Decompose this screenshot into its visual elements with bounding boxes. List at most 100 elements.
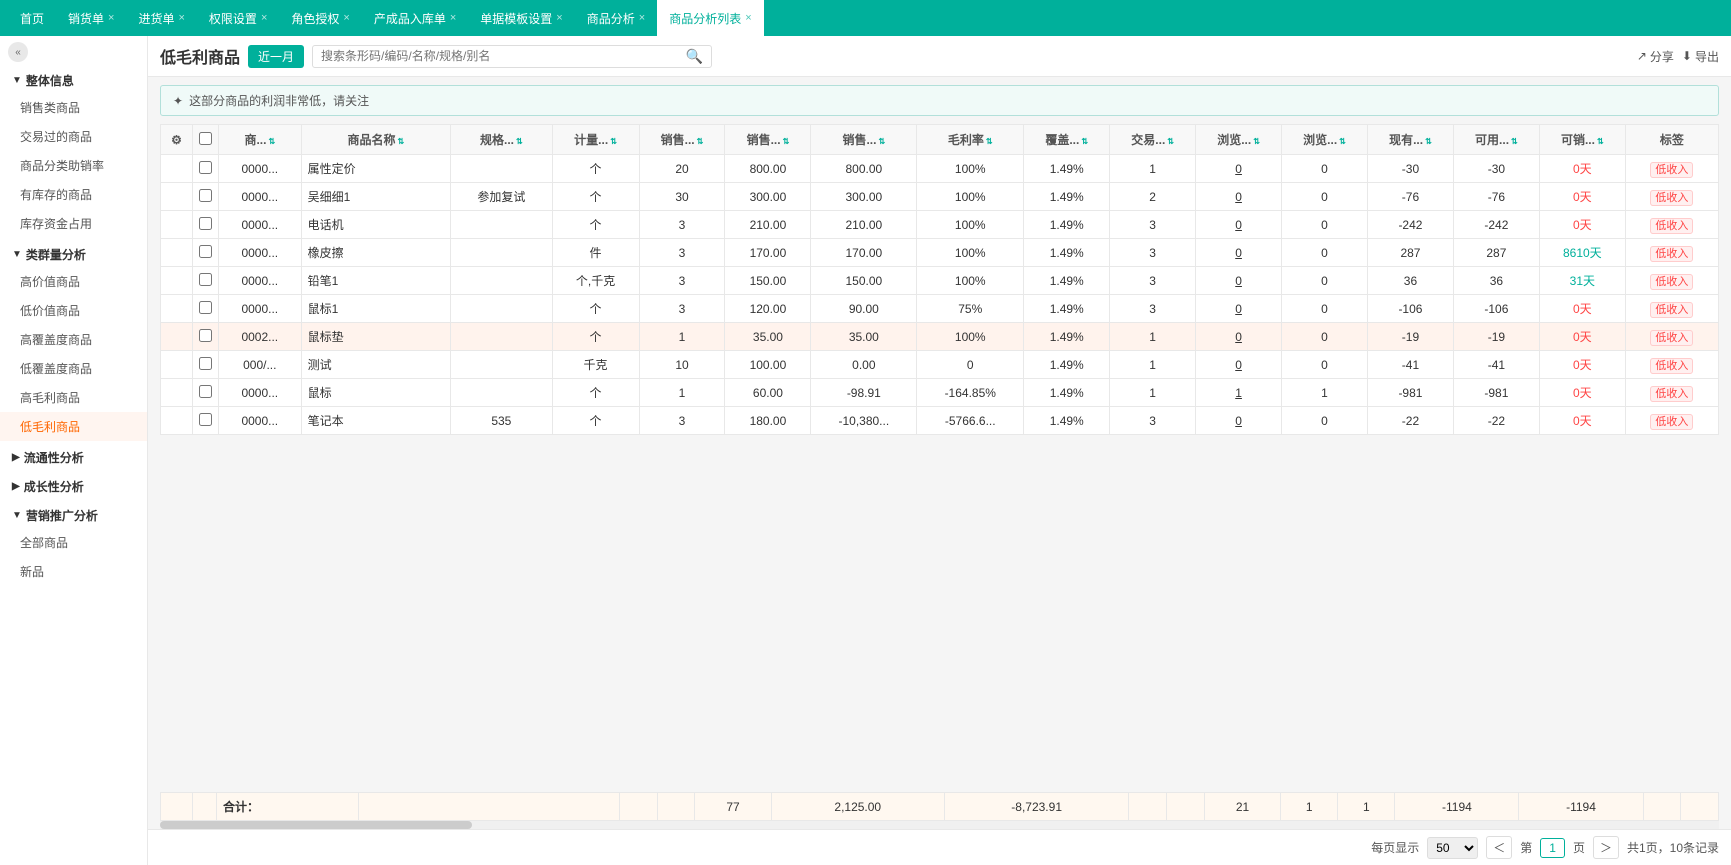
col-browse2[interactable]: 浏览...⇅ xyxy=(1282,125,1368,155)
export-button[interactable]: ⬇ 导出 xyxy=(1682,48,1719,65)
per-page-label: 每页显示 xyxy=(1371,839,1419,856)
sidebar-item-stocked-products[interactable]: 有库存的商品 xyxy=(0,180,147,209)
nav-purchase-close[interactable]: × xyxy=(178,12,184,24)
sidebar-collapse-btn[interactable]: « xyxy=(8,42,28,62)
row-check[interactable] xyxy=(199,357,212,370)
row-check[interactable] xyxy=(199,161,212,174)
row-checkbox[interactable] xyxy=(193,379,219,407)
sidebar-item-new-products[interactable]: 新品 xyxy=(0,557,147,586)
row-browse1[interactable]: 0 xyxy=(1196,183,1282,211)
row-browse1[interactable]: 1 xyxy=(1196,379,1282,407)
col-coverage[interactable]: 覆盖...⇅ xyxy=(1024,125,1110,155)
row-checkbox[interactable] xyxy=(193,407,219,435)
row-browse1[interactable]: 0 xyxy=(1196,295,1282,323)
col-name[interactable]: 商品名称⇅ xyxy=(301,125,451,155)
sidebar-item-all-products[interactable]: 全部商品 xyxy=(0,528,147,557)
search-icon[interactable]: 🔍 xyxy=(686,48,703,65)
sidebar-item-low-margin[interactable]: 低毛利商品 xyxy=(0,412,147,441)
nav-product-analysis[interactable]: 商品分析 × xyxy=(575,0,657,36)
nav-purchase[interactable]: 进货单 × xyxy=(126,0,196,36)
nav-template[interactable]: 单据模板设置 × xyxy=(468,0,574,36)
nav-product-entry-close[interactable]: × xyxy=(450,12,456,24)
sidebar-group-general[interactable]: ▼ 整体信息 xyxy=(0,64,147,93)
search-input[interactable] xyxy=(321,49,686,63)
row-check[interactable] xyxy=(199,189,212,202)
nav-permissions[interactable]: 权限设置 × xyxy=(197,0,279,36)
col-sale-price[interactable]: 销售...⇅ xyxy=(725,125,811,155)
prev-page-button[interactable]: ＜ xyxy=(1486,836,1512,859)
sidebar-item-sales-products[interactable]: 销售类商品 xyxy=(0,93,147,122)
sidebar-item-inventory-capital[interactable]: 库存资金占用 xyxy=(0,209,147,238)
select-all-checkbox[interactable] xyxy=(199,132,212,145)
nav-permissions-close[interactable]: × xyxy=(261,12,267,24)
row-check[interactable] xyxy=(199,329,212,342)
row-check[interactable] xyxy=(199,413,212,426)
share-button[interactable]: ↗ 分享 xyxy=(1637,48,1674,65)
nav-roles[interactable]: 角色授权 × xyxy=(279,0,361,36)
nav-roles-close[interactable]: × xyxy=(343,12,349,24)
col-gross-rate[interactable]: 毛利率⇅ xyxy=(917,125,1024,155)
sidebar-item-high-coverage[interactable]: 高覆盖度商品 xyxy=(0,325,147,354)
col-saleable[interactable]: 可销...⇅ xyxy=(1539,125,1625,155)
col-checkbox[interactable] xyxy=(193,125,219,155)
row-checkbox[interactable] xyxy=(193,239,219,267)
period-button[interactable]: 近一月 xyxy=(248,45,304,68)
row-browse1[interactable]: 0 xyxy=(1196,239,1282,267)
row-checkbox[interactable] xyxy=(193,323,219,351)
row-checkbox[interactable] xyxy=(193,155,219,183)
row-checkbox[interactable] xyxy=(193,351,219,379)
row-check[interactable] xyxy=(199,245,212,258)
row-browse1[interactable]: 0 xyxy=(1196,407,1282,435)
nav-home[interactable]: 首页 xyxy=(8,0,56,36)
col-code[interactable]: 商...⇅ xyxy=(219,125,302,155)
footer-sale-price: 2,125.00 xyxy=(771,793,944,821)
sidebar-group-growth[interactable]: ▶ 成长性分析 xyxy=(0,470,147,499)
col-spec[interactable]: 规格...⇅ xyxy=(451,125,552,155)
sidebar-group-flow[interactable]: ▶ 流通性分析 xyxy=(0,441,147,470)
nav-product-analysis-close[interactable]: × xyxy=(639,12,645,24)
row-check[interactable] xyxy=(199,301,212,314)
scroll-thumb[interactable] xyxy=(160,821,472,829)
sidebar-item-high-value[interactable]: 高价值商品 xyxy=(0,267,147,296)
row-check[interactable] xyxy=(199,217,212,230)
nav-sales-close[interactable]: × xyxy=(108,12,114,24)
sidebar-group-marketing[interactable]: ▼ 营销推广分析 xyxy=(0,499,147,528)
nav-product-entry[interactable]: 产成品入库单 × xyxy=(362,0,468,36)
row-browse1[interactable]: 0 xyxy=(1196,155,1282,183)
nav-sales[interactable]: 销货单 × xyxy=(56,0,126,36)
tag-badge: 低收入 xyxy=(1650,274,1693,290)
per-page-select[interactable]: 50 20 100 xyxy=(1427,837,1478,859)
col-unit[interactable]: 计量...⇅ xyxy=(552,125,639,155)
horizontal-scrollbar[interactable] xyxy=(160,821,1719,829)
row-check[interactable] xyxy=(199,273,212,286)
nav-product-analysis-list[interactable]: 商品分析列表 × xyxy=(657,0,763,36)
sidebar-item-high-margin[interactable]: 高毛利商品 xyxy=(0,383,147,412)
footer-sale-qty: 77 xyxy=(695,793,771,821)
row-checkbox[interactable] xyxy=(193,267,219,295)
col-sale-qty[interactable]: 销售...⇅ xyxy=(639,125,725,155)
col-trade[interactable]: 交易...⇅ xyxy=(1110,125,1196,155)
col-settings[interactable]: ⚙ xyxy=(161,125,193,155)
row-browse1[interactable]: 0 xyxy=(1196,351,1282,379)
sidebar-item-low-value[interactable]: 低价值商品 xyxy=(0,296,147,325)
col-current[interactable]: 现有...⇅ xyxy=(1367,125,1453,155)
row-browse1[interactable]: 0 xyxy=(1196,211,1282,239)
col-available[interactable]: 可用...⇅ xyxy=(1453,125,1539,155)
nav-product-analysis-list-close[interactable]: × xyxy=(745,12,751,24)
row-browse1[interactable]: 0 xyxy=(1196,267,1282,295)
sidebar-item-low-coverage[interactable]: 低覆盖度商品 xyxy=(0,354,147,383)
row-checkbox[interactable] xyxy=(193,295,219,323)
row-checkbox[interactable] xyxy=(193,183,219,211)
sidebar-item-category-rate[interactable]: 商品分类助销率 xyxy=(0,151,147,180)
col-tag[interactable]: 标签 xyxy=(1625,125,1718,155)
col-browse1[interactable]: 浏览...⇅ xyxy=(1196,125,1282,155)
row-browse1[interactable]: 0 xyxy=(1196,323,1282,351)
sidebar-item-traded-products[interactable]: 交易过的商品 xyxy=(0,122,147,151)
search-box[interactable]: 🔍 xyxy=(312,45,712,68)
sidebar-group-cluster[interactable]: ▼ 类群量分析 xyxy=(0,238,147,267)
next-page-button[interactable]: ＞ xyxy=(1593,836,1619,859)
row-checkbox[interactable] xyxy=(193,211,219,239)
row-check[interactable] xyxy=(199,385,212,398)
col-sale-amount[interactable]: 销售...⇅ xyxy=(811,125,917,155)
nav-template-close[interactable]: × xyxy=(556,12,562,24)
